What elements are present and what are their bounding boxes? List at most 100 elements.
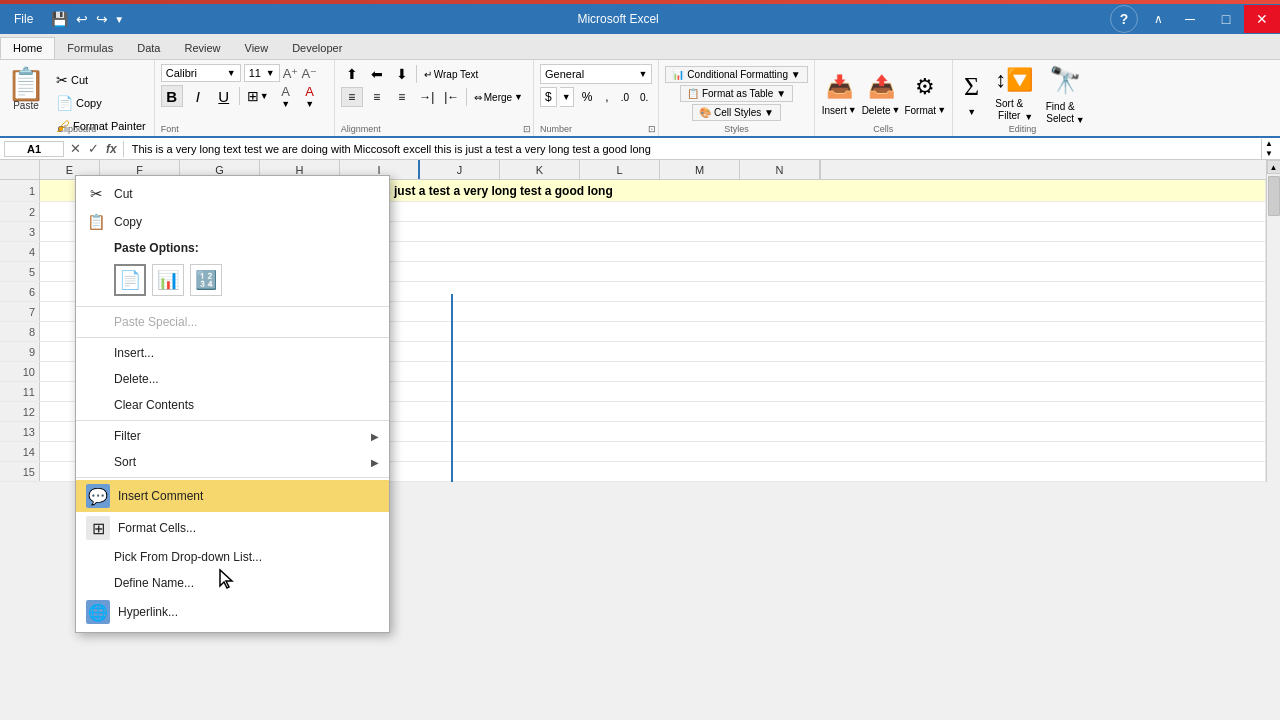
paste-option-3[interactable]: 🔢 xyxy=(190,264,222,296)
merge-center-button[interactable]: ⇔Merge▼ xyxy=(470,89,527,106)
number-format-dropdown[interactable]: General▼ xyxy=(540,64,652,84)
quick-access-more[interactable]: ▼ xyxy=(112,14,126,25)
accounting-format-button[interactable]: $ xyxy=(540,87,557,107)
font-color-button[interactable]: A ▼ xyxy=(300,85,320,107)
menu-item-filter[interactable]: Filter ▶ xyxy=(76,423,389,449)
paste-option-1[interactable]: 📄 xyxy=(114,264,146,296)
find-select-dropdown[interactable]: ▼ xyxy=(1076,115,1085,125)
format-button[interactable]: ⚙ xyxy=(910,71,940,103)
menu-item-copy[interactable]: 📋 Copy xyxy=(76,208,389,236)
font-size-decrease[interactable]: A⁻ xyxy=(301,66,317,81)
col-header-L[interactable]: L xyxy=(580,160,660,179)
delete-button[interactable]: 📤 xyxy=(863,71,900,103)
alignment-expand-icon[interactable]: ⊡ xyxy=(523,124,531,134)
increase-indent-button[interactable]: →| xyxy=(416,87,438,107)
insert-function-btn[interactable]: fx xyxy=(104,142,119,156)
format-as-table-button[interactable]: 📋Format as Table ▼ xyxy=(680,85,793,102)
scroll-thumb[interactable] xyxy=(1268,176,1280,216)
conditional-formatting-button[interactable]: 📊Conditional Formatting ▼ xyxy=(665,66,807,83)
row-num-1[interactable]: 1 xyxy=(0,180,40,201)
align-left-button[interactable]: ≡ xyxy=(341,87,363,107)
copy-button[interactable]: 📄 Copy xyxy=(52,93,150,113)
vertical-scrollbar[interactable]: ▲ xyxy=(1266,160,1280,482)
delete-dropdown[interactable]: ▼ xyxy=(892,105,901,115)
col-header-J[interactable]: J xyxy=(420,160,500,179)
menu-item-paste-special[interactable]: Paste Special... xyxy=(76,309,389,335)
ribbon-collapse-btn[interactable]: ∧ xyxy=(1144,5,1172,33)
number-expand-icon[interactable]: ⊡ xyxy=(648,124,656,134)
row-num-3: 3 xyxy=(0,222,40,241)
menu-item-cut[interactable]: ✂ Cut xyxy=(76,180,389,208)
quick-access-save[interactable]: 💾 xyxy=(47,11,72,27)
close-btn[interactable]: ✕ xyxy=(1244,5,1280,33)
fill-color-button[interactable]: A ▼ xyxy=(276,85,296,107)
help-icon[interactable]: ? xyxy=(1110,5,1138,33)
formula-content[interactable]: This is a very long text test we are doi… xyxy=(128,142,1257,156)
border-button[interactable]: ⊞▼ xyxy=(244,85,272,107)
increase-decimal-button[interactable]: .0 xyxy=(617,87,633,107)
sort-filter-dropdown[interactable]: ▼ xyxy=(1024,112,1033,122)
tab-view[interactable]: View xyxy=(233,37,281,59)
insert-dropdown[interactable]: ▼ xyxy=(848,105,857,115)
tab-developer[interactable]: Developer xyxy=(280,37,354,59)
wrap-text-button[interactable]: ↵Wrap Text xyxy=(420,66,483,83)
menu-item-delete[interactable]: Delete... xyxy=(76,366,389,392)
tab-data[interactable]: Data xyxy=(125,37,172,59)
font-name-dropdown[interactable]: Calibri▼ xyxy=(161,64,241,82)
menu-item-format-cells[interactable]: ⊞ Format Cells... xyxy=(76,512,389,544)
align-bottom-button[interactable]: ⬇ xyxy=(391,64,413,84)
paste-option-2[interactable]: 📊 xyxy=(152,264,184,296)
decrease-indent-button[interactable]: |← xyxy=(441,87,463,107)
decrease-decimal-button[interactable]: 0. xyxy=(636,87,652,107)
col-header-N[interactable]: N xyxy=(740,160,820,179)
align-right-button[interactable]: ≡ xyxy=(391,87,413,107)
underline-button[interactable]: U xyxy=(213,85,235,107)
align-top-button[interactable]: ⬆ xyxy=(341,64,363,84)
find-select-button[interactable]: 🔭 xyxy=(1044,62,1086,99)
paste-button[interactable]: 📋 Paste xyxy=(4,66,48,113)
font-size-increase[interactable]: A⁺ xyxy=(283,66,299,81)
align-middle-button[interactable]: ⬅ xyxy=(366,64,388,84)
row-num-2: 2 xyxy=(0,202,40,221)
italic-button[interactable]: I xyxy=(187,85,209,107)
quick-access-redo[interactable]: ↪ xyxy=(92,11,112,27)
autosum-button[interactable]: Σ xyxy=(959,69,984,105)
bold-button[interactable]: B xyxy=(161,85,183,107)
percent-button[interactable]: % xyxy=(577,87,598,107)
menu-item-hyperlink[interactable]: 🌐 Hyperlink... xyxy=(76,596,389,628)
comma-button[interactable]: , xyxy=(600,87,613,107)
menu-item-sort[interactable]: Sort ▶ xyxy=(76,449,389,475)
minimize-btn[interactable]: ─ xyxy=(1172,5,1208,33)
row-num-11: 11 xyxy=(0,382,40,401)
insert-button[interactable]: 📥 xyxy=(821,71,858,103)
cancel-formula-btn[interactable]: ✕ xyxy=(68,141,83,156)
row-num-6: 6 xyxy=(0,282,40,301)
formula-scroll-up[interactable]: ▲ xyxy=(1262,139,1276,149)
tab-review[interactable]: Review xyxy=(172,37,232,59)
format-dropdown[interactable]: ▼ xyxy=(937,105,946,115)
confirm-formula-btn[interactable]: ✓ xyxy=(86,141,101,156)
align-center-button[interactable]: ≡ xyxy=(366,87,388,107)
cell-styles-button[interactable]: 🎨Cell Styles ▼ xyxy=(692,104,781,121)
cut-button[interactable]: ✂ Cut xyxy=(52,70,150,90)
quick-access-undo[interactable]: ↩ xyxy=(72,11,92,27)
menu-item-insert[interactable]: Insert... xyxy=(76,340,389,366)
menu-item-clear-contents[interactable]: Clear Contents xyxy=(76,392,389,418)
autosum-dropdown[interactable]: ▼ xyxy=(967,107,976,117)
accounting-dropdown[interactable]: ▼ xyxy=(560,87,574,107)
maximize-btn[interactable]: □ xyxy=(1208,5,1244,33)
sort-filter-button[interactable]: ↕🔽 xyxy=(990,64,1038,96)
menu-item-define-name[interactable]: Define Name... xyxy=(76,570,389,596)
font-group-label: Font xyxy=(161,124,179,134)
formula-scroll-down[interactable]: ▼ xyxy=(1262,149,1276,159)
font-size-dropdown[interactable]: 11▼ xyxy=(244,64,280,82)
scroll-up-btn[interactable]: ▲ xyxy=(1267,160,1281,174)
col-header-M[interactable]: M xyxy=(660,160,740,179)
col-header-K[interactable]: K xyxy=(500,160,580,179)
name-box[interactable]: A1 xyxy=(4,141,64,157)
tab-formulas[interactable]: Formulas xyxy=(55,37,125,59)
file-tab[interactable]: File xyxy=(0,4,47,34)
menu-item-insert-comment[interactable]: 💬 Insert Comment xyxy=(76,480,389,512)
menu-item-pick-dropdown[interactable]: Pick From Drop-down List... xyxy=(76,544,389,570)
tab-home[interactable]: Home xyxy=(0,37,55,59)
